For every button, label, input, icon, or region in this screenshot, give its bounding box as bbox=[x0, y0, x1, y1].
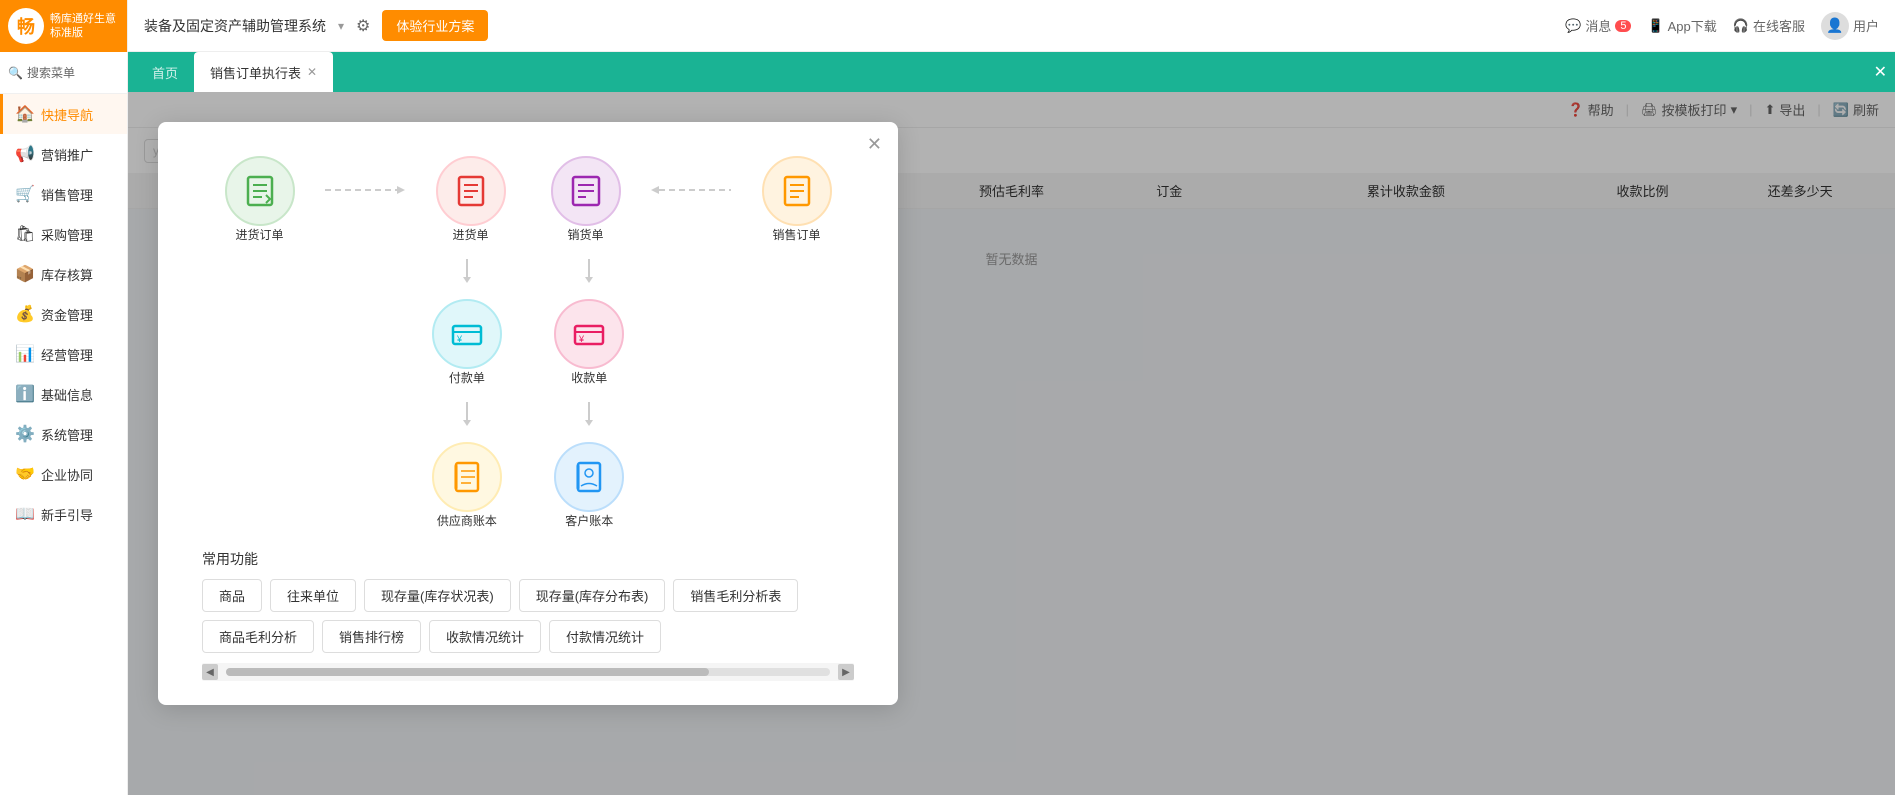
func-btn-goods-profit[interactable]: 商品毛利分析 bbox=[202, 620, 314, 653]
marketing-icon: 📢 bbox=[15, 144, 33, 164]
main-content: 装备及固定资产辅助管理系统 ▾ ⚙ 体验行业方案 💬 消息 5 📱 App下载 … bbox=[128, 0, 1895, 795]
online-service-group[interactable]: 🎧 在线客服 bbox=[1733, 16, 1805, 35]
sidebar-logo: 畅 畅库通好生意 标准版 bbox=[0, 0, 127, 52]
message-group[interactable]: 💬 消息 5 bbox=[1565, 16, 1631, 35]
purchase-order-icon bbox=[225, 156, 295, 226]
sidebar-item-marketing[interactable]: 📢 营销推广 bbox=[0, 134, 127, 174]
common-functions: 常用功能 商品 往来单位 现存量(库存状况表) 现存量(库存分布表) 销售毛利分… bbox=[182, 539, 874, 653]
flow-node-purchase-order[interactable]: 进货订单 bbox=[202, 156, 317, 243]
modal-close-button[interactable]: ✕ bbox=[867, 134, 882, 155]
purchase-icon: 🛍 bbox=[15, 224, 33, 244]
flow-node-payment-bill[interactable]: ¥ 付款单 bbox=[406, 299, 528, 386]
customer-ledger-icon bbox=[554, 442, 624, 512]
trial-button[interactable]: 体验行业方案 bbox=[382, 10, 488, 41]
func-grid: 商品 往来单位 现存量(库存状况表) 现存量(库存分布表) 销售毛利分析表 商品… bbox=[202, 579, 854, 653]
logo-text: 畅库通好生意 标准版 bbox=[50, 12, 116, 41]
header-right: 💬 消息 5 📱 App下载 🎧 在线客服 👤 用户 bbox=[1565, 12, 1879, 40]
sidebar-nav: 🏠 快捷导航 📢 营销推广 🛒 销售管理 🛍 采购管理 📦 库存核算 💰 bbox=[0, 94, 127, 795]
top-header: 装备及固定资产辅助管理系统 ▾ ⚙ 体验行业方案 💬 消息 5 📱 App下载 … bbox=[128, 0, 1895, 52]
svg-text:¥: ¥ bbox=[456, 334, 463, 344]
message-icon: 💬 bbox=[1565, 18, 1581, 34]
system-icon: ⚙️ bbox=[15, 424, 33, 444]
user-group[interactable]: 👤 用户 bbox=[1821, 12, 1879, 40]
message-badge: 5 bbox=[1615, 20, 1631, 32]
close-tab-icon[interactable]: ✕ bbox=[307, 65, 317, 79]
func-btn-partner[interactable]: 往来单位 bbox=[270, 579, 356, 612]
settings-icon[interactable]: ⚙ bbox=[356, 16, 370, 36]
scroll-left-button[interactable]: ◀ bbox=[202, 664, 218, 680]
search-menu-button[interactable]: 🔍 搜索菜单 bbox=[8, 60, 119, 85]
system-title: 装备及固定资产辅助管理系统 bbox=[144, 16, 326, 36]
sales-bill-icon bbox=[551, 156, 621, 226]
sales-icon: 🛒 bbox=[15, 184, 33, 204]
newbie-icon: 📖 bbox=[15, 504, 33, 524]
sales-order-icon bbox=[762, 156, 832, 226]
sidebar-item-basic[interactable]: ℹ️ 基础信息 bbox=[0, 374, 127, 414]
tab-sales-order-exec[interactable]: 销售订单执行表 ✕ bbox=[194, 52, 333, 92]
inventory-icon: 📦 bbox=[15, 264, 33, 284]
func-btn-stock-status[interactable]: 现存量(库存状况表) bbox=[364, 579, 511, 612]
tab-home[interactable]: 首页 bbox=[136, 52, 194, 92]
basic-icon: ℹ️ bbox=[15, 384, 33, 404]
page-area: ❓ 帮助 | 🖨 按模板打印 ▾ | ⬆ 导出 | 🔄 刷新 bbox=[128, 92, 1895, 795]
operation-icon: 📊 bbox=[15, 344, 33, 364]
func-btn-stock-dist[interactable]: 现存量(库存分布表) bbox=[519, 579, 666, 612]
flow-node-customer-ledger[interactable]: 客户账本 bbox=[528, 442, 650, 529]
flow-modal: ✕ 进货订单 bbox=[158, 122, 898, 705]
payment-bill-icon: ¥ bbox=[432, 299, 502, 369]
flow-diagram: 进货订单 进货单 bbox=[182, 146, 874, 539]
flow-node-sales-order[interactable]: 销售订单 bbox=[739, 156, 854, 243]
app-icon: 📱 bbox=[1647, 18, 1663, 34]
system-dropdown-arrow[interactable]: ▾ bbox=[338, 19, 344, 33]
sidebar-item-enterprise[interactable]: 🤝 企业协同 bbox=[0, 454, 127, 494]
sidebar-item-operation[interactable]: 📊 经营管理 bbox=[0, 334, 127, 374]
sidebar-item-sales[interactable]: 🛒 销售管理 bbox=[0, 174, 127, 214]
scroll-track[interactable] bbox=[226, 668, 830, 676]
sidebar-item-newbie[interactable]: 📖 新手引导 bbox=[0, 494, 127, 534]
func-btn-payment-stats[interactable]: 付款情况统计 bbox=[549, 620, 661, 653]
finance-icon: 💰 bbox=[15, 304, 33, 324]
flow-node-supplier-ledger[interactable]: 供应商账本 bbox=[406, 442, 528, 529]
sidebar: 畅 畅库通好生意 标准版 🔍 搜索菜单 🏠 快捷导航 📢 营销推广 � bbox=[0, 0, 128, 795]
service-icon: 🎧 bbox=[1733, 18, 1749, 34]
flow-node-sales-bill[interactable]: 销货单 bbox=[528, 156, 643, 243]
modal-overlay: ✕ 进货订单 bbox=[128, 92, 1895, 795]
quick-nav-icon: 🏠 bbox=[15, 104, 33, 124]
func-btn-sales-profit[interactable]: 销售毛利分析表 bbox=[673, 579, 798, 612]
func-btn-receipt-stats[interactable]: 收款情况统计 bbox=[429, 620, 541, 653]
receipt-bill-icon: ¥ bbox=[554, 299, 624, 369]
flow-node-purchase-bill[interactable]: 进货单 bbox=[413, 156, 528, 243]
close-all-button[interactable]: ✕ bbox=[1874, 62, 1887, 82]
supplier-ledger-icon bbox=[432, 442, 502, 512]
search-icon: 🔍 bbox=[8, 66, 23, 80]
scroll-right-button[interactable]: ▶ bbox=[838, 664, 854, 680]
sidebar-item-quick-nav[interactable]: 🏠 快捷导航 bbox=[0, 94, 127, 134]
svg-text:¥: ¥ bbox=[578, 334, 585, 344]
func-btn-goods[interactable]: 商品 bbox=[202, 579, 262, 612]
flow-node-receipt-bill[interactable]: ¥ 收款单 bbox=[528, 299, 650, 386]
scroll-thumb bbox=[226, 668, 709, 676]
app-download-group[interactable]: 📱 App下载 bbox=[1647, 16, 1716, 35]
sidebar-item-purchase[interactable]: 🛍 采购管理 bbox=[0, 214, 127, 254]
horizontal-scrollbar[interactable]: ◀ ▶ bbox=[202, 663, 854, 681]
avatar: 👤 bbox=[1821, 12, 1849, 40]
tab-bar: 首页 销售订单执行表 ✕ ✕ bbox=[128, 52, 1895, 92]
logo-icon: 畅 bbox=[8, 8, 44, 44]
logo-char: 畅 bbox=[17, 13, 35, 39]
common-functions-title: 常用功能 bbox=[202, 549, 854, 569]
sidebar-search[interactable]: 🔍 搜索菜单 bbox=[0, 52, 127, 94]
sidebar-item-inventory[interactable]: 📦 库存核算 bbox=[0, 254, 127, 294]
purchase-bill-icon bbox=[436, 156, 506, 226]
sidebar-item-system[interactable]: ⚙️ 系统管理 bbox=[0, 414, 127, 454]
enterprise-icon: 🤝 bbox=[15, 464, 33, 484]
func-btn-sales-rank[interactable]: 销售排行榜 bbox=[322, 620, 421, 653]
sidebar-item-finance[interactable]: 💰 资金管理 bbox=[0, 294, 127, 334]
